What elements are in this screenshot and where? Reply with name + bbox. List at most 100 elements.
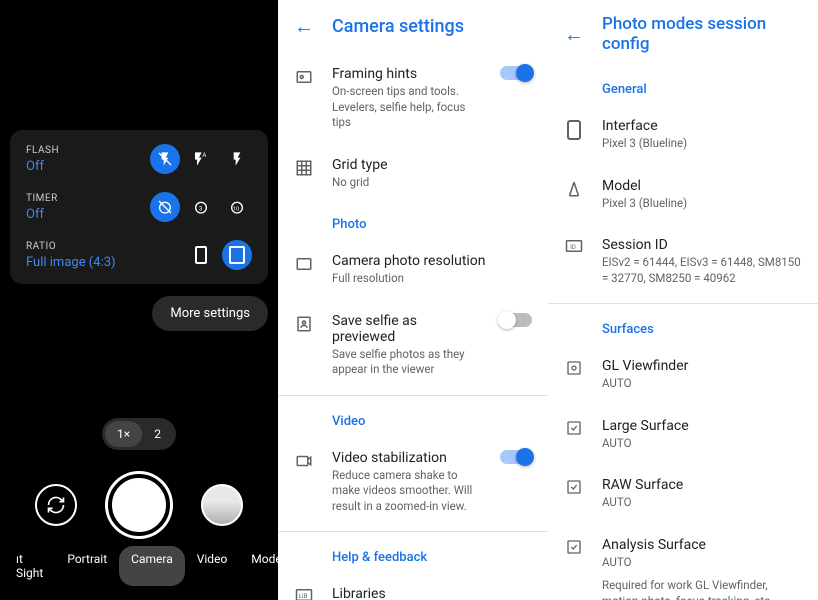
libraries-item[interactable]: LIB Libraries By default from Google. Th… [278, 573, 548, 600]
camera-viewfinder: FLASH Off A TIMER Off 3 10 RATIO [0, 0, 278, 600]
photo-section-label: Photo [278, 203, 548, 240]
selfie-sub: Save selfie photos as they appear in the… [332, 347, 482, 378]
ratio-value: Full image (4:3) [26, 255, 116, 270]
interface-title: Interface [602, 118, 802, 134]
framing-sub: On-screen tips and tools. Levelers, self… [332, 84, 482, 131]
mode-modes[interactable]: Modes [239, 546, 278, 586]
divider [278, 531, 548, 532]
selfie-toggle[interactable] [500, 313, 532, 327]
timer-10s-icon[interactable]: 10 [222, 192, 252, 222]
resolution-item[interactable]: Camera photo resolution Full resolution [278, 240, 548, 300]
gl-viewfinder-item[interactable]: GL Viewfinder AUTO [548, 345, 818, 405]
flash-row[interactable]: FLASH Off A [26, 144, 252, 174]
more-settings-button[interactable]: More settings [152, 296, 268, 331]
quick-settings-card: FLASH Off A TIMER Off 3 10 RATIO [10, 130, 268, 284]
zoom-selector: 1× 2 [102, 418, 176, 450]
zoom-1x[interactable]: 1× [105, 421, 142, 447]
general-section-label: General [548, 68, 818, 105]
selfie-title: Save selfie as previewed [332, 313, 482, 345]
analysis-sub: AUTO [602, 555, 802, 571]
stabilization-icon [294, 450, 314, 515]
large-surface-item[interactable]: Large Surface AUTO [548, 405, 818, 465]
selfie-icon [294, 313, 314, 378]
session-item[interactable]: ID Session ID EISv2 = 61444, EISv3 = 614… [548, 224, 818, 299]
surface-icon [564, 358, 584, 392]
video-section-label: Video [278, 400, 548, 437]
ratio-label: RATIO [26, 241, 116, 252]
timer-value: Off [26, 207, 58, 222]
svg-text:ID: ID [570, 244, 576, 251]
analysis-title: Analysis Surface [602, 537, 802, 553]
svg-text:LIB: LIB [299, 593, 308, 600]
interface-item[interactable]: Interface Pixel 3 (Blueline) [548, 105, 818, 165]
check-box-icon [564, 477, 584, 511]
framing-title: Framing hints [332, 66, 482, 82]
large-sub: AUTO [602, 436, 802, 452]
model-title: Model [602, 178, 802, 194]
stabilization-item[interactable]: Video stabilization Reduce camera shake … [278, 437, 548, 528]
stab-toggle[interactable] [500, 450, 532, 464]
session-sub: EISv2 = 61444, EISv3 = 61448, SM8150 = 3… [602, 255, 802, 286]
config-title: Photo modes session config [602, 14, 802, 54]
check-box-icon [564, 418, 584, 452]
ratio-tall-icon[interactable] [186, 240, 216, 270]
framing-icon [294, 66, 314, 131]
flash-label: FLASH [26, 145, 59, 156]
shutter-bar [0, 474, 278, 536]
settings-header: ← Camera settings [278, 0, 548, 53]
grid-type-item[interactable]: Grid type No grid [278, 144, 548, 204]
gl-title: GL Viewfinder [602, 358, 802, 374]
timer-3s-icon[interactable]: 3 [186, 192, 216, 222]
model-sub: Pixel 3 (Blueline) [602, 196, 802, 212]
gl-sub: AUTO [602, 376, 802, 392]
model-item[interactable]: Model Pixel 3 (Blueline) [548, 165, 818, 225]
mode-selector: ıt Sight Portrait Camera Video Modes [0, 546, 278, 586]
camera-settings-panel: ← Camera settings Framing hints On-scree… [278, 0, 548, 600]
timer-row[interactable]: TIMER Off 3 10 [26, 192, 252, 222]
stab-title: Video stabilization [332, 450, 482, 466]
framing-toggle[interactable] [500, 66, 532, 80]
back-arrow-icon[interactable]: ← [294, 14, 314, 39]
config-header: ← Photo modes session config [548, 0, 818, 68]
ratio-row[interactable]: RATIO Full image (4:3) [26, 240, 252, 270]
svg-text:A: A [202, 152, 206, 159]
resolution-sub: Full resolution [332, 271, 532, 287]
selfie-item[interactable]: Save selfie as previewed Save selfie pho… [278, 300, 548, 391]
resolution-icon [294, 253, 314, 287]
flash-auto-icon[interactable]: A [186, 144, 216, 174]
grid-icon [294, 157, 314, 191]
flash-on-icon[interactable] [222, 144, 252, 174]
surfaces-section-label: Surfaces [548, 308, 818, 345]
timer-label: TIMER [26, 193, 58, 204]
session-title: Session ID [602, 237, 802, 253]
compass-icon [564, 178, 584, 212]
grid-title: Grid type [332, 157, 532, 173]
session-config-panel: ← Photo modes session config General Int… [548, 0, 818, 600]
divider [278, 395, 548, 396]
zoom-2x[interactable]: 2 [142, 421, 173, 447]
resolution-title: Camera photo resolution [332, 253, 532, 269]
switch-camera-button[interactable] [35, 484, 77, 526]
analysis-note: Required for work GL Viewfinder, motion-… [602, 578, 802, 600]
svg-text:3: 3 [199, 205, 202, 212]
back-arrow-icon[interactable]: ← [564, 22, 584, 47]
analysis-surface-item[interactable]: Analysis Surface AUTO Required for work … [548, 524, 818, 600]
mode-video[interactable]: Video [185, 546, 240, 586]
libraries-title: Libraries [332, 586, 532, 600]
grid-sub: No grid [332, 175, 532, 191]
interface-sub: Pixel 3 (Blueline) [602, 136, 802, 152]
framing-hints-item[interactable]: Framing hints On-screen tips and tools. … [278, 53, 548, 144]
mode-night-sight[interactable]: ıt Sight [4, 546, 55, 586]
raw-surface-item[interactable]: RAW Surface AUTO [548, 464, 818, 524]
flash-off-icon[interactable] [150, 144, 180, 174]
svg-text:10: 10 [233, 206, 239, 212]
timer-off-icon[interactable] [150, 192, 180, 222]
flash-value: Off [26, 159, 59, 174]
help-section-label: Help & feedback [278, 536, 548, 573]
shutter-button[interactable] [108, 474, 170, 536]
ratio-full-icon[interactable] [222, 240, 252, 270]
settings-title: Camera settings [332, 16, 464, 37]
gallery-thumbnail[interactable] [201, 484, 243, 526]
mode-portrait[interactable]: Portrait [55, 546, 119, 586]
mode-camera[interactable]: Camera [119, 546, 185, 586]
